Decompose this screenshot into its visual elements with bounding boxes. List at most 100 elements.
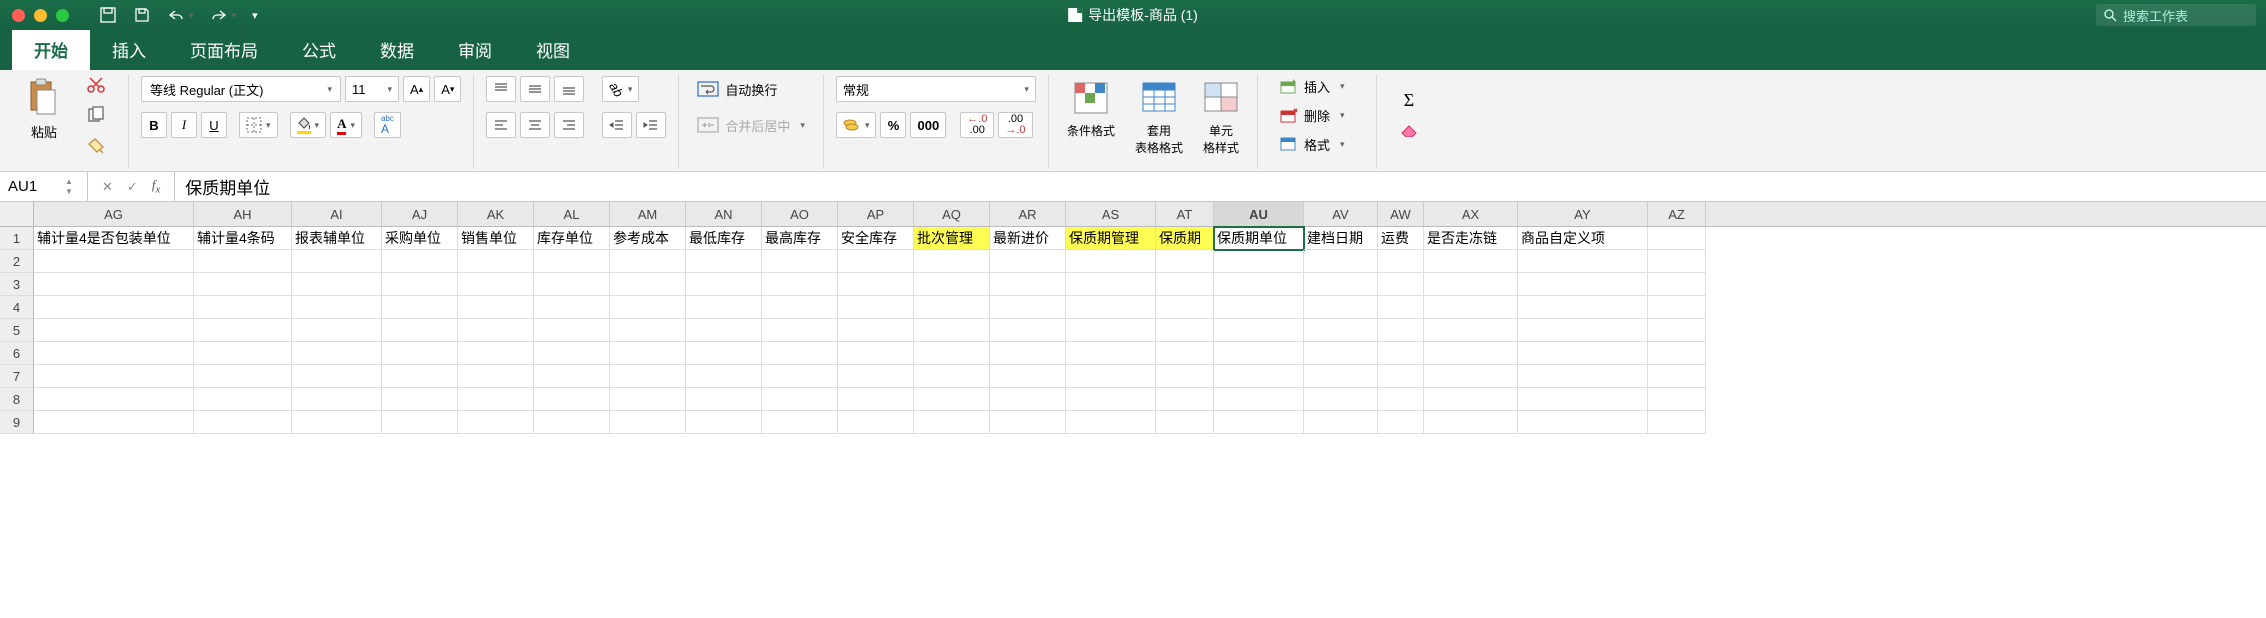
namebox-down-icon[interactable]: ▼: [60, 187, 78, 197]
align-middle-button[interactable]: [520, 76, 550, 102]
formula-content[interactable]: 保质期单位: [174, 172, 2266, 201]
align-bottom-button[interactable]: [554, 76, 584, 102]
column-header-AV[interactable]: AV: [1304, 202, 1378, 226]
name-box[interactable]: ▲▼: [0, 172, 88, 201]
cell[interactable]: [1156, 273, 1214, 296]
cell[interactable]: [34, 296, 194, 319]
cell[interactable]: [1518, 250, 1648, 273]
cell[interactable]: [610, 388, 686, 411]
copy-button[interactable]: [80, 103, 112, 127]
cell[interactable]: 采购单位: [382, 227, 458, 250]
cell[interactable]: 参考成本: [610, 227, 686, 250]
cell[interactable]: [1648, 227, 1706, 250]
cell[interactable]: [1066, 411, 1156, 434]
cell[interactable]: [382, 273, 458, 296]
cell[interactable]: [1214, 342, 1304, 365]
autosum-button[interactable]: Σ: [1393, 87, 1425, 113]
cell[interactable]: 批次管理: [914, 227, 990, 250]
cell[interactable]: [1066, 273, 1156, 296]
cell[interactable]: [382, 411, 458, 434]
cell[interactable]: [534, 250, 610, 273]
cell[interactable]: [1304, 319, 1378, 342]
cell[interactable]: [686, 296, 762, 319]
cell[interactable]: [1066, 250, 1156, 273]
accept-formula-button[interactable]: ✓: [127, 179, 138, 195]
column-header-AU[interactable]: AU: [1214, 202, 1304, 226]
select-all-corner[interactable]: [0, 202, 34, 226]
cell[interactable]: [1066, 319, 1156, 342]
cell[interactable]: [762, 250, 838, 273]
cell[interactable]: [1648, 296, 1706, 319]
cell[interactable]: [838, 319, 914, 342]
column-header-AK[interactable]: AK: [458, 202, 534, 226]
cell[interactable]: [914, 342, 990, 365]
cell[interactable]: [1518, 319, 1648, 342]
cell[interactable]: [762, 342, 838, 365]
comma-button[interactable]: 000: [910, 112, 946, 138]
cell[interactable]: [1214, 273, 1304, 296]
cell[interactable]: 库存单位: [534, 227, 610, 250]
decrease-indent-button[interactable]: [602, 112, 632, 138]
cell[interactable]: [534, 388, 610, 411]
cell[interactable]: [838, 388, 914, 411]
cell[interactable]: [1156, 388, 1214, 411]
decrease-font-button[interactable]: A▾: [434, 76, 461, 102]
cell[interactable]: [194, 250, 292, 273]
cell[interactable]: [1648, 250, 1706, 273]
cell[interactable]: [990, 296, 1066, 319]
cell[interactable]: [534, 296, 610, 319]
cell[interactable]: [1378, 273, 1424, 296]
cell[interactable]: [610, 411, 686, 434]
percent-button[interactable]: %: [880, 112, 906, 138]
tab-formula[interactable]: 公式: [280, 29, 358, 70]
cell[interactable]: [686, 411, 762, 434]
cell[interactable]: [458, 250, 534, 273]
cell[interactable]: [458, 388, 534, 411]
cell[interactable]: [990, 365, 1066, 388]
cell[interactable]: [686, 250, 762, 273]
column-header-AQ[interactable]: AQ: [914, 202, 990, 226]
cell[interactable]: [762, 365, 838, 388]
cell[interactable]: [990, 319, 1066, 342]
cell[interactable]: [610, 319, 686, 342]
cell[interactable]: [1214, 250, 1304, 273]
tab-home[interactable]: 开始: [12, 29, 90, 70]
cell[interactable]: [34, 411, 194, 434]
tab-view[interactable]: 视图: [514, 29, 592, 70]
tab-layout[interactable]: 页面布局: [168, 29, 280, 70]
cell[interactable]: [990, 273, 1066, 296]
insert-function-button[interactable]: fx: [152, 177, 160, 196]
delete-cells-button[interactable]: 删除: [1274, 103, 1360, 128]
format-cells-button[interactable]: 格式: [1274, 132, 1360, 157]
cell-reference-input[interactable]: [0, 178, 60, 195]
currency-button[interactable]: [836, 112, 877, 138]
cell[interactable]: [762, 273, 838, 296]
cell[interactable]: [458, 411, 534, 434]
cell[interactable]: [194, 273, 292, 296]
cell[interactable]: [534, 411, 610, 434]
cell[interactable]: [292, 250, 382, 273]
cell[interactable]: [1378, 296, 1424, 319]
cell[interactable]: [686, 388, 762, 411]
cell[interactable]: [1304, 296, 1378, 319]
cell[interactable]: [1424, 388, 1518, 411]
insert-cells-button[interactable]: 插入: [1274, 74, 1360, 99]
row-header-8[interactable]: 8: [0, 388, 34, 411]
cell[interactable]: 运费: [1378, 227, 1424, 250]
cell[interactable]: [292, 342, 382, 365]
qat-customize-icon[interactable]: ▾: [252, 9, 258, 22]
cell[interactable]: [292, 365, 382, 388]
row-header-9[interactable]: 9: [0, 411, 34, 434]
cell[interactable]: [610, 250, 686, 273]
cell[interactable]: 安全库存: [838, 227, 914, 250]
cell[interactable]: [292, 388, 382, 411]
cell[interactable]: [1214, 365, 1304, 388]
row-header-3[interactable]: 3: [0, 273, 34, 296]
cell[interactable]: [382, 250, 458, 273]
column-header-AP[interactable]: AP: [838, 202, 914, 226]
cell[interactable]: [1424, 342, 1518, 365]
cell[interactable]: [1304, 250, 1378, 273]
column-header-AW[interactable]: AW: [1378, 202, 1424, 226]
merge-center-button[interactable]: 合并后居中: [691, 112, 811, 138]
cell[interactable]: [194, 388, 292, 411]
